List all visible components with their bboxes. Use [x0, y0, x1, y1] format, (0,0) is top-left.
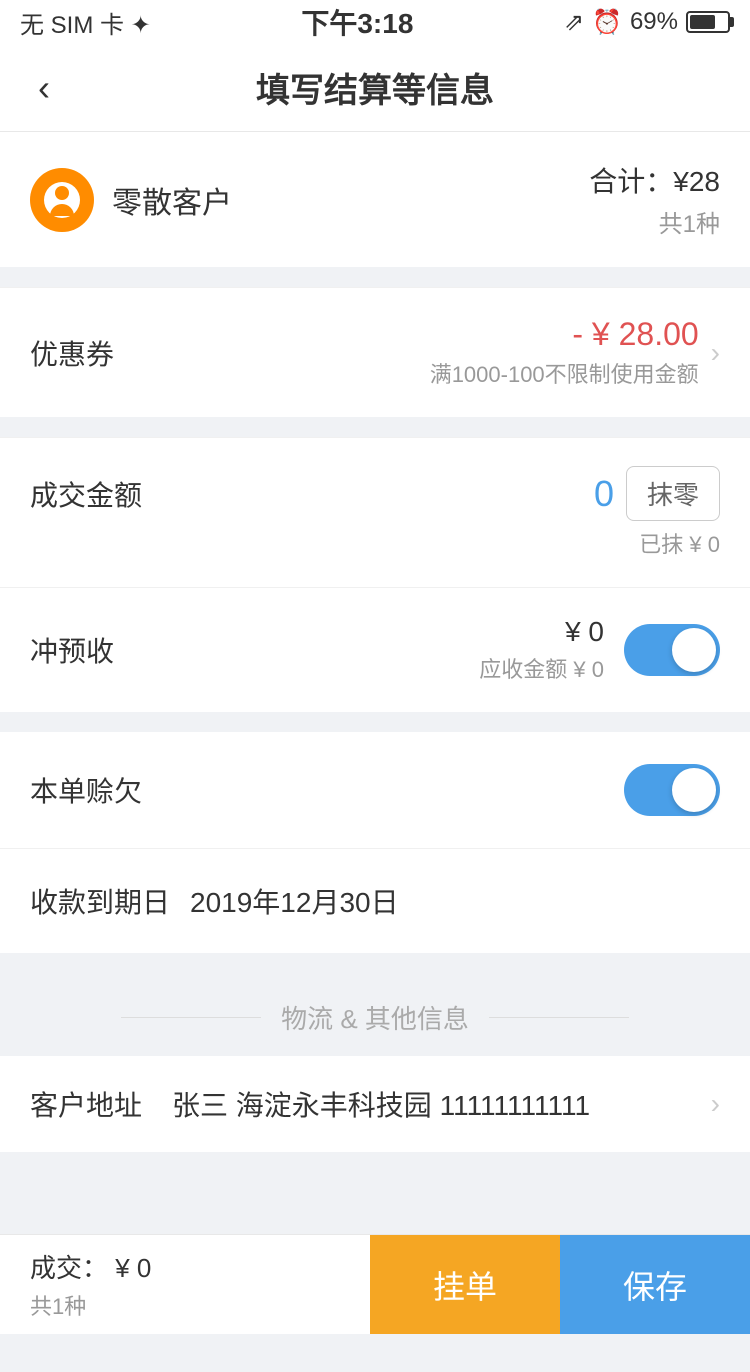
coupon-row[interactable]: 优惠券 - ¥ 28.00 满1000-100不限制使用金额 ›: [0, 287, 750, 417]
prepay-label: 冲预收: [30, 630, 114, 670]
coupon-chevron-icon: ›: [711, 337, 720, 369]
status-time: 下午3:18: [301, 2, 413, 42]
duedate-label: 收款到期日: [30, 881, 170, 921]
transaction-section: 成交金额 0 抹零 已抹 ¥ 0 冲预收 ¥ 0 应收金额 ¥ 0: [0, 437, 750, 712]
bottom-bar: 成交： ¥ 0 共1种 挂单 保存: [0, 1234, 750, 1334]
prepay-right: ¥ 0 应收金额 ¥ 0: [479, 616, 720, 684]
round-button[interactable]: 抹零: [626, 466, 720, 521]
debt-row: 本单赊欠: [0, 732, 750, 848]
prepay-section: 冲预收 ¥ 0 应收金额 ¥ 0: [0, 587, 750, 712]
battery-percent: 69%: [630, 8, 678, 36]
nav-bar: ‹ 填写结算等信息: [0, 44, 750, 132]
bottom-count: 共1种: [30, 1289, 340, 1321]
hang-button[interactable]: 挂单: [370, 1235, 560, 1334]
back-button[interactable]: ‹: [28, 57, 60, 119]
avatar-icon: [44, 182, 80, 218]
coupon-right: - ¥ 28.00 满1000-100不限制使用金额 ›: [430, 316, 720, 389]
location-icon: ⇗: [564, 8, 584, 37]
transaction-value: 0: [594, 473, 614, 515]
customer-row: 零散客户 合计：¥28 共1种: [0, 132, 750, 267]
logistics-header: 物流 & 其他信息: [0, 973, 750, 1056]
prepay-toggle[interactable]: [624, 624, 720, 676]
debt-section: 本单赊欠 收款到期日 2019年12月30日: [0, 732, 750, 953]
status-right: ⇗ ⏰ 69%: [564, 8, 730, 37]
prepay-row: 冲预收 ¥ 0 应收金额 ¥ 0: [30, 616, 720, 684]
transaction-subtext: 已抹 ¥ 0: [30, 527, 720, 559]
sim-status: 无 SIM 卡 ✦: [20, 5, 151, 40]
battery-icon: [686, 11, 730, 33]
bottom-info: 成交： ¥ 0 共1种: [0, 1235, 370, 1334]
transaction-right: 0 抹零: [594, 466, 720, 521]
transaction-label: 成交金额: [30, 474, 142, 514]
status-bar: 无 SIM 卡 ✦ 下午3:18 ⇗ ⏰ 69%: [0, 0, 750, 44]
duedate-value: 2019年12月30日: [190, 881, 399, 921]
bottom-deal-label: 成交：: [30, 1253, 108, 1283]
save-button[interactable]: 保存: [560, 1235, 750, 1334]
customer-avatar: [30, 168, 94, 232]
coupon-subtext: 满1000-100不限制使用金额: [430, 357, 699, 389]
coupon-value-col: - ¥ 28.00 满1000-100不限制使用金额: [430, 316, 699, 389]
nav-title: 填写结算等信息: [256, 63, 494, 112]
customer-right: 合计：¥28 共1种: [589, 160, 720, 239]
coupon-section[interactable]: 优惠券 - ¥ 28.00 满1000-100不限制使用金额 ›: [0, 287, 750, 417]
transaction-amount-section: 成交金额 0 抹零 已抹 ¥ 0: [0, 437, 750, 587]
status-left: 无 SIM 卡 ✦: [20, 5, 151, 40]
duedate-row: 收款到期日 2019年12月30日: [0, 848, 750, 953]
coupon-value: - ¥ 28.00: [430, 316, 699, 353]
total-amount: 合计：¥28: [589, 160, 720, 200]
debt-toggle[interactable]: [624, 764, 720, 816]
address-section[interactable]: 客户地址 张三 海淀永丰科技园 11111111111 ›: [0, 1056, 750, 1152]
prepay-subtext: 应收金额 ¥ 0: [479, 652, 604, 684]
customer-section: 零散客户 合计：¥28 共1种: [0, 132, 750, 267]
address-label: 客户地址: [30, 1084, 142, 1124]
toggle-knob: [672, 628, 716, 672]
bottom-deal-row: 成交： ¥ 0: [30, 1248, 340, 1285]
debt-label: 本单赊欠: [30, 770, 142, 810]
transaction-row: 成交金额 0 抹零: [30, 466, 720, 521]
total-count: 共1种: [589, 204, 720, 239]
customer-left: 零散客户: [30, 168, 232, 232]
prepay-value: ¥ 0: [479, 616, 604, 648]
address-row[interactable]: 客户地址 张三 海淀永丰科技园 11111111111 ›: [0, 1056, 750, 1152]
customer-name: 零散客户: [112, 178, 232, 222]
debt-toggle-knob: [672, 768, 716, 812]
address-chevron-icon: ›: [711, 1088, 720, 1120]
alarm-icon: ⏰: [592, 8, 622, 37]
logistics-label: 物流 & 其他信息: [121, 999, 629, 1036]
bottom-deal-value: ¥ 0: [115, 1253, 151, 1283]
coupon-label: 优惠券: [30, 333, 114, 373]
prepay-values: ¥ 0 应收金额 ¥ 0: [479, 616, 604, 684]
address-value: 张三 海淀永丰科技园 11111111111: [172, 1084, 711, 1124]
